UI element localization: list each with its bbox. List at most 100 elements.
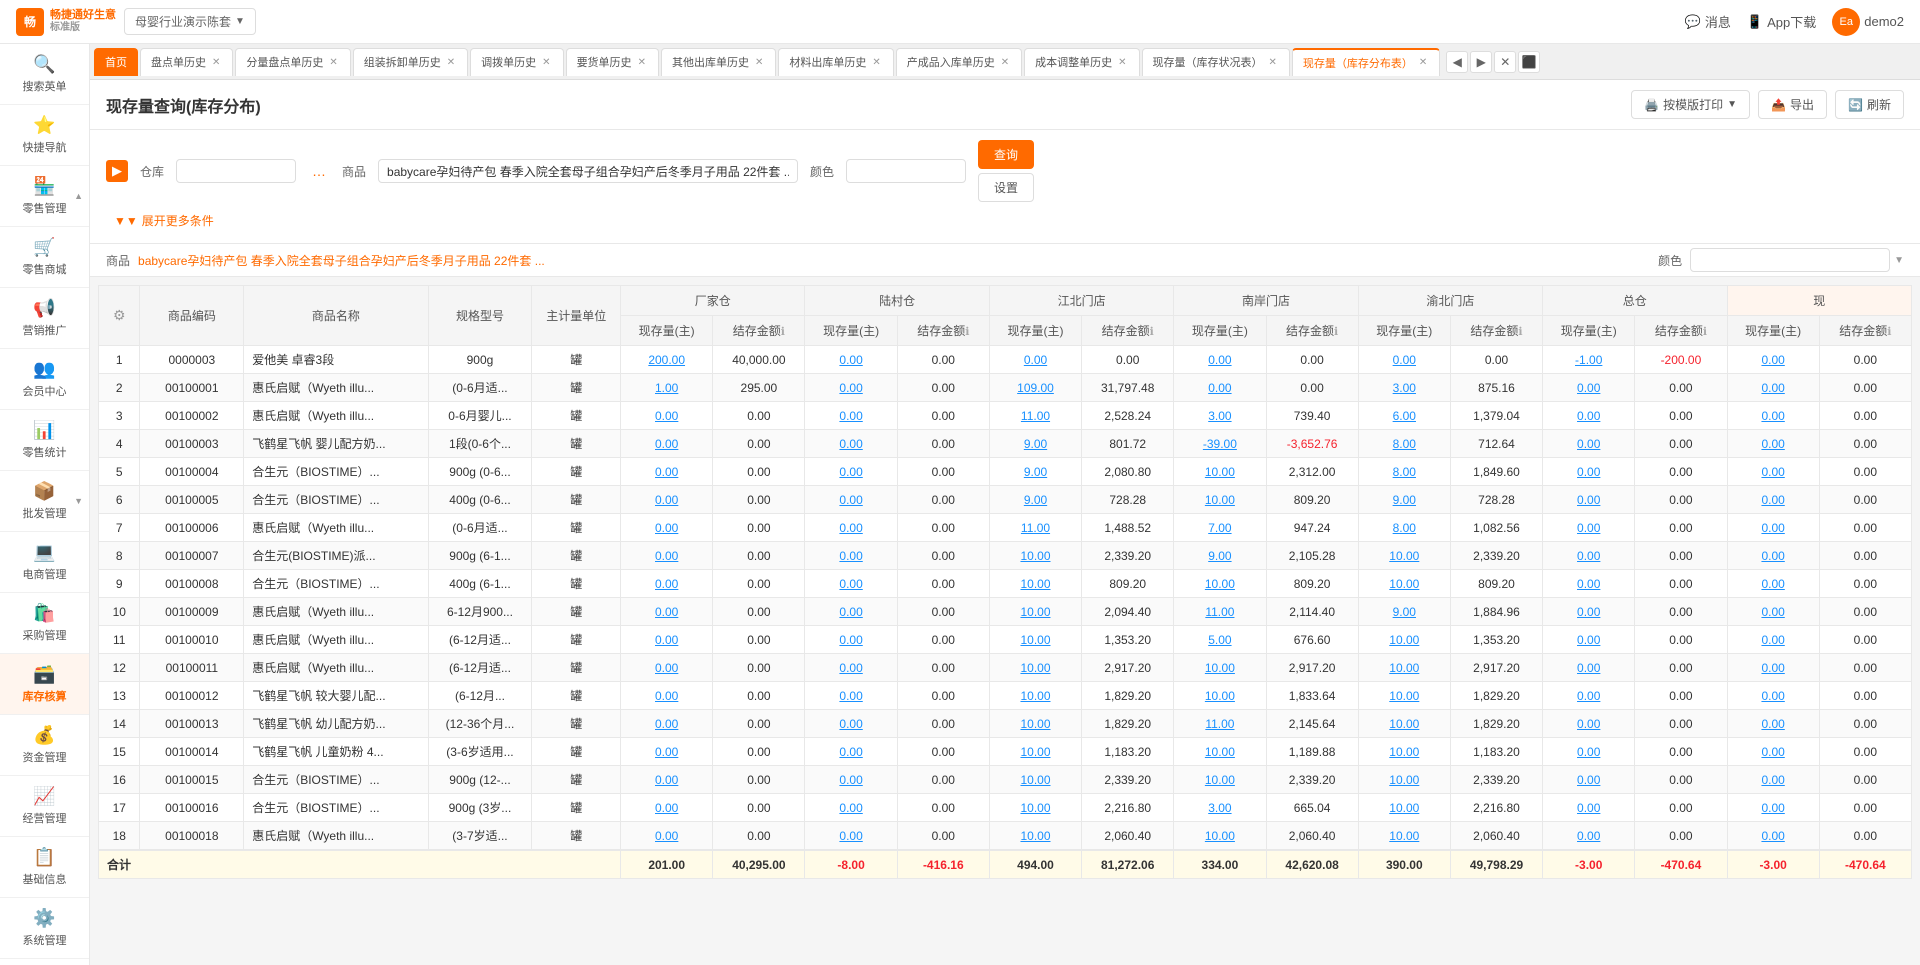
th-warehouse-total: 总仓 xyxy=(1543,286,1727,316)
th-settings[interactable]: ⚙ xyxy=(99,286,140,346)
sidebar-item-purchase[interactable]: 🛍️ 采购管理 xyxy=(0,593,89,654)
th-lc-qty: 现存量(主) xyxy=(805,316,897,346)
sidebar-item-member[interactable]: 👥 会员中心 xyxy=(0,349,89,410)
goods-input[interactable] xyxy=(378,159,798,183)
summary-row: 合计201.0040,295.00-8.00-416.16494.0081,27… xyxy=(99,850,1912,879)
warehouse-input[interactable] xyxy=(176,159,296,183)
tab-home[interactable]: 首页 xyxy=(94,48,138,76)
color-label: 颜色 xyxy=(810,163,834,180)
close-icon[interactable]: ✕ xyxy=(870,56,882,69)
setting-btn[interactable]: 设置 xyxy=(978,173,1034,202)
tab-inventory-dist[interactable]: 现存量（库存分布表） ✕ xyxy=(1292,48,1440,76)
query-btn[interactable]: 查询 xyxy=(978,140,1034,169)
sidebar-item-retail-mall[interactable]: 🛒 零售商城 xyxy=(0,227,89,288)
sidebar-item-wholesale[interactable]: 📦 批发管理 ▼ xyxy=(0,471,89,532)
ops-icon: 📈 xyxy=(33,786,55,807)
info-icon[interactable]: ℹ xyxy=(965,326,969,338)
tab-other-out[interactable]: 其他出库单历史 ✕ xyxy=(661,48,776,76)
table-container[interactable]: ⚙ 商品编码 商品名称 规格型号 主计量单位 厂家仓 陆村仓 江北门店 南岸门店… xyxy=(90,277,1920,965)
sidebar-item-finance[interactable]: 💰 资金管理 xyxy=(0,715,89,776)
tab-expand-btn[interactable]: ⬛ xyxy=(1518,51,1540,73)
settings-icon[interactable]: ⚙ xyxy=(113,307,126,323)
sidebar-item-quick-nav[interactable]: ⭐ 快捷导航 xyxy=(0,105,89,166)
tab-inventory-check[interactable]: 盘点单历史 ✕ xyxy=(140,48,233,76)
warehouse-ellipsis-btn[interactable]: … xyxy=(308,163,330,179)
sidebar-item-label: 零售统计 xyxy=(23,444,67,460)
close-icon[interactable]: ✕ xyxy=(445,56,457,69)
app-download-btn[interactable]: 📱 App下载 xyxy=(1747,12,1816,31)
color-display-input[interactable] xyxy=(1690,248,1890,272)
info-icon[interactable]: ℹ xyxy=(1518,326,1522,338)
user-profile[interactable]: Ea demo2 xyxy=(1832,8,1904,36)
store-selector[interactable]: 母婴行业演示陈套 ▼ xyxy=(124,8,256,35)
tab-material-out[interactable]: 材料出库单历史 ✕ xyxy=(778,48,893,76)
table-row: 300100002惠氏启赋（Wyeth illu...0-6月婴儿...罐0.0… xyxy=(99,402,1912,430)
inventory-icon: 🗃️ xyxy=(33,664,55,685)
sidebar-item-inventory[interactable]: 🗃️ 库存核算 xyxy=(0,654,89,715)
filter-toggle-btn[interactable]: ▶ xyxy=(106,160,128,182)
table-row: 1800100018惠氏启赋（Wyeth illu...(3-7岁适...罐0.… xyxy=(99,822,1912,851)
info-icon[interactable]: ℹ xyxy=(1150,326,1154,338)
sidebar-item-sys[interactable]: ⚙️ 系统管理 xyxy=(0,898,89,959)
info-icon[interactable]: ℹ xyxy=(1334,326,1338,338)
logo-icon: 畅 xyxy=(16,8,44,36)
sys-icon: ⚙️ xyxy=(33,908,55,929)
tab-label: 组装拆卸单历史 xyxy=(364,54,441,70)
sidebar-item-ecom[interactable]: 💻 电商管理 xyxy=(0,532,89,593)
tab-transfer[interactable]: 调拨单历史 ✕ xyxy=(470,48,563,76)
goods-display-value: babycare孕妇待产包 春季入院全套母子组合孕妇产后冬季月子用品 22件套 … xyxy=(138,252,1658,269)
tab-assembly[interactable]: 组装拆卸单历史 ✕ xyxy=(353,48,468,76)
warehouse-label: 仓库 xyxy=(140,163,164,180)
tab-product-in[interactable]: 产成品入库单历史 ✕ xyxy=(896,48,1022,76)
th-cur-amt: 结存金额ℹ xyxy=(1819,316,1911,346)
tab-close-all-btn[interactable]: ✕ xyxy=(1494,51,1516,73)
expand-conditions-btn[interactable]: ▼▼ 展开更多条件 xyxy=(106,208,1904,233)
info-icon[interactable]: ℹ xyxy=(781,326,785,338)
close-icon[interactable]: ✕ xyxy=(327,56,339,69)
mall-icon: 🛒 xyxy=(33,237,55,258)
page-title: 现存量查询(库存分布) xyxy=(106,93,261,127)
close-icon[interactable]: ✕ xyxy=(1417,56,1429,69)
tab-next-btn[interactable]: ▶ xyxy=(1470,51,1492,73)
export-btn[interactable]: 📤 导出 xyxy=(1758,90,1827,119)
tab-sub-inventory[interactable]: 分量盘点单历史 ✕ xyxy=(235,48,350,76)
close-icon[interactable]: ✕ xyxy=(636,56,648,69)
sidebar-item-search[interactable]: 🔍 搜索英单 xyxy=(0,44,89,105)
th-total-qty: 现存量(主) xyxy=(1543,316,1635,346)
logo-area: 畅 畅捷通好生意 标准版 xyxy=(16,8,116,36)
page-header: 现存量查询(库存分布) 🖨️ 按模版打印 ▼ 📤 导出 🔄 刷新 xyxy=(90,80,1920,130)
expand-row: ▼▼ 展开更多条件 xyxy=(106,208,1904,233)
color-input[interactable] xyxy=(846,159,966,183)
sidebar-item-label: 批发管理 xyxy=(23,505,67,521)
info-icon[interactable]: ℹ xyxy=(1887,326,1891,338)
sidebar-item-ops[interactable]: 📈 经营管理 xyxy=(0,776,89,837)
close-icon[interactable]: ✕ xyxy=(210,56,222,69)
close-icon[interactable]: ✕ xyxy=(999,56,1011,69)
stats-icon: 📊 xyxy=(33,420,55,441)
sidebar-item-marketing[interactable]: 📢 营销推广 xyxy=(0,288,89,349)
main-content: 现存量查询(库存分布) 🖨️ 按模版打印 ▼ 📤 导出 🔄 刷新 ▶ 仓库 xyxy=(90,80,1920,965)
close-icon[interactable]: ✕ xyxy=(1267,56,1279,69)
goods-label: 商品 xyxy=(342,163,366,180)
sidebar-item-retail-mgmt[interactable]: 🏪 零售管理 ▲ xyxy=(0,166,89,227)
table-row: 10000003爱他美 卓睿3段900g罐200.0040,000.000.00… xyxy=(99,346,1912,374)
tab-cost-adjust[interactable]: 成本调整单历史 ✕ xyxy=(1024,48,1139,76)
info-icon[interactable]: ℹ xyxy=(1703,326,1707,338)
th-fj-amt: 结存金额ℹ xyxy=(713,316,805,346)
logo-text: 畅捷通好生意 xyxy=(50,9,116,22)
tab-home-label: 首页 xyxy=(105,54,127,70)
tab-prev-btn[interactable]: ◀ xyxy=(1446,51,1468,73)
tab-inventory-status[interactable]: 现存量（库存状况表） ✕ xyxy=(1142,48,1290,76)
sidebar-item-basic-info[interactable]: 📋 基础信息 xyxy=(0,837,89,898)
close-icon[interactable]: ✕ xyxy=(540,56,552,69)
tab-request[interactable]: 要货单历史 ✕ xyxy=(566,48,659,76)
close-icon[interactable]: ✕ xyxy=(753,56,765,69)
message-btn[interactable]: 💬 消息 xyxy=(1685,12,1731,31)
sidebar-item-collab[interactable]: 🤝 企业协同 xyxy=(0,959,89,965)
sidebar-item-retail-stats[interactable]: 📊 零售统计 xyxy=(0,410,89,471)
close-icon[interactable]: ✕ xyxy=(1116,56,1128,69)
refresh-btn[interactable]: 🔄 刷新 xyxy=(1835,90,1904,119)
print-btn[interactable]: 🖨️ 按模版打印 ▼ xyxy=(1631,90,1750,119)
filter-row: ▶ 仓库 … 商品 颜色 查询 设置 xyxy=(106,140,1904,202)
tab-label: 盘点单历史 xyxy=(151,54,206,70)
